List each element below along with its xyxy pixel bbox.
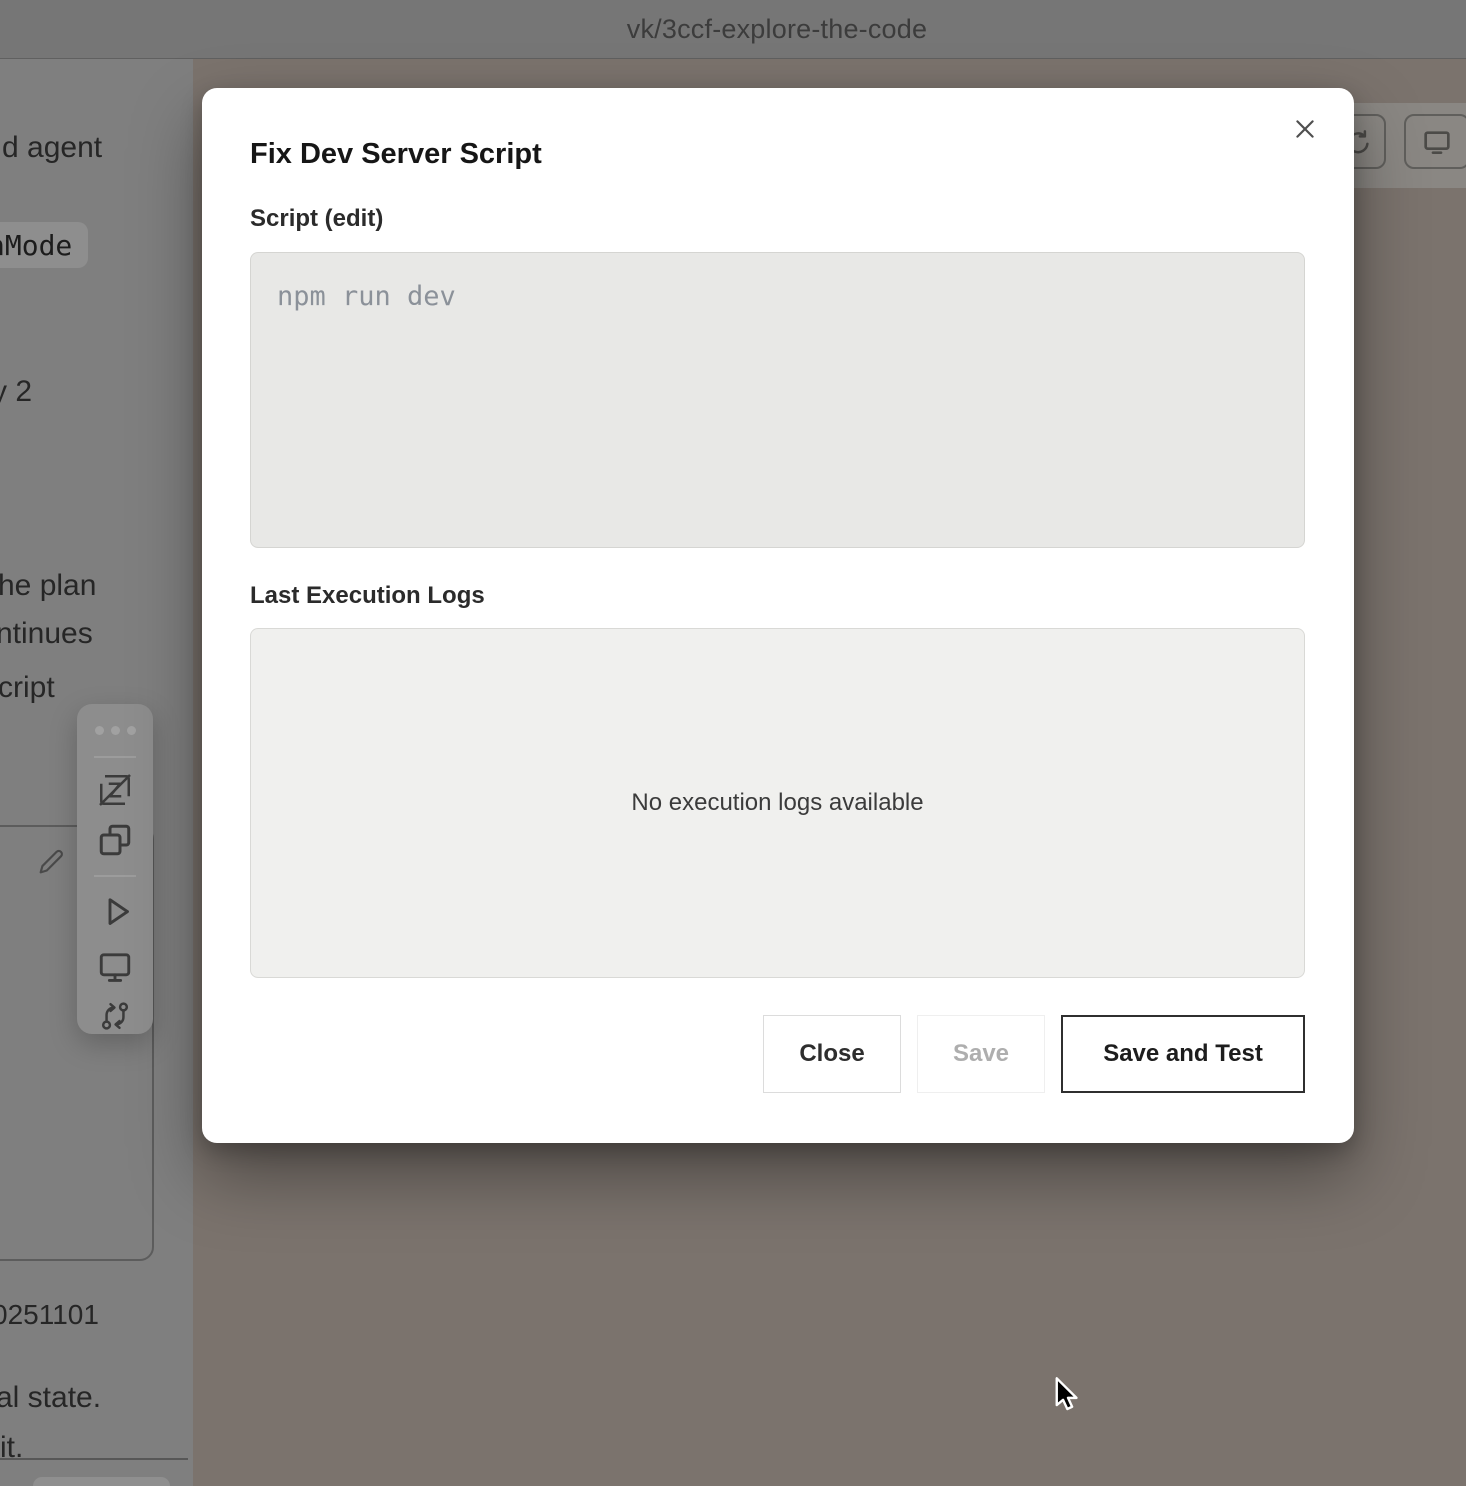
logs-panel: No execution logs available bbox=[250, 628, 1305, 978]
mouse-cursor bbox=[1049, 1376, 1080, 1418]
sidebar-text-fragment: he plan bbox=[0, 569, 97, 602]
logs-empty-text: No execution logs available bbox=[631, 789, 924, 816]
play-icon[interactable] bbox=[77, 891, 153, 931]
app-background: vk/3ccf-explore-the-code d agent nMode y… bbox=[0, 0, 1466, 1486]
sidebar-button-partial[interactable] bbox=[33, 1477, 170, 1486]
sidebar-divider bbox=[0, 1458, 188, 1460]
git-compare-icon[interactable] bbox=[77, 998, 153, 1034]
sidebar-text-fragment: y 2 bbox=[0, 375, 33, 408]
save-button[interactable]: Save bbox=[917, 1015, 1045, 1093]
footer-close-button[interactable]: Close bbox=[763, 1015, 901, 1093]
monitor-icon bbox=[1424, 130, 1450, 154]
dialog-footer: Close Save Save and Test bbox=[763, 1015, 1305, 1093]
mode-chip: nMode bbox=[0, 222, 89, 268]
monitor-icon[interactable] bbox=[77, 946, 153, 986]
edit-pencil-icon[interactable] bbox=[36, 845, 68, 877]
floating-toolbar bbox=[77, 704, 153, 1034]
toolbar-divider bbox=[94, 875, 136, 877]
sidebar-text-fragment: d agent bbox=[2, 131, 103, 164]
sidebar-text-fragment: 0251101 bbox=[0, 1299, 99, 1330]
zed-logo-icon[interactable] bbox=[77, 770, 153, 810]
close-icon bbox=[1296, 120, 1314, 138]
close-button[interactable] bbox=[1290, 114, 1320, 144]
window-titlebar: vk/3ccf-explore-the-code bbox=[0, 0, 1466, 59]
monitor-button[interactable] bbox=[1404, 114, 1466, 169]
copy-icon[interactable] bbox=[77, 820, 153, 860]
dialog-title: Fix Dev Server Script bbox=[250, 138, 542, 170]
save-and-test-button[interactable]: Save and Test bbox=[1061, 1015, 1305, 1093]
mode-chip-label: nMode bbox=[0, 228, 73, 262]
sidebar-text-fragment: cript bbox=[0, 671, 55, 704]
drag-handle[interactable] bbox=[77, 726, 153, 735]
toolbar-divider bbox=[94, 756, 136, 758]
fix-dev-server-dialog: Fix Dev Server Script Script (edit) Last… bbox=[202, 88, 1354, 1143]
sidebar-text-fragment: al state. bbox=[0, 1381, 102, 1414]
window-title: vk/3ccf-explore-the-code bbox=[626, 13, 928, 44]
script-input[interactable] bbox=[250, 252, 1305, 548]
sidebar-text-fragment: ntinues bbox=[0, 617, 93, 650]
logs-label: Last Execution Logs bbox=[250, 582, 485, 609]
script-label: Script (edit) bbox=[250, 205, 384, 232]
